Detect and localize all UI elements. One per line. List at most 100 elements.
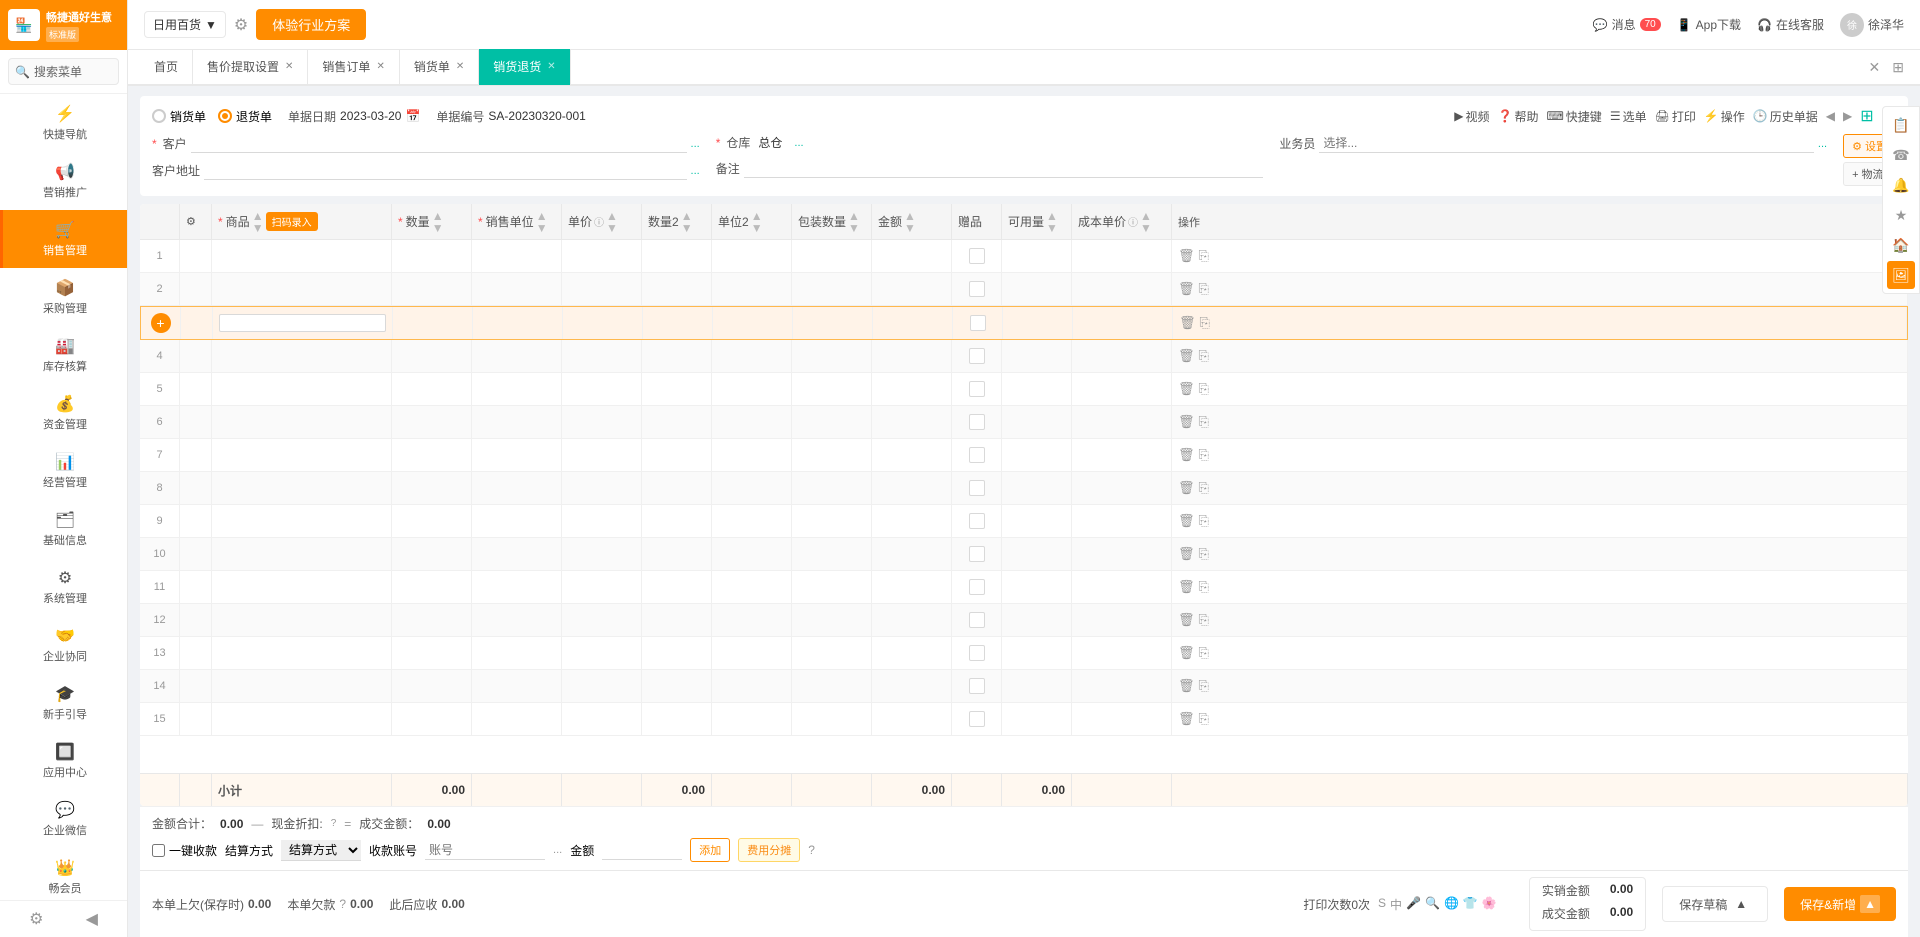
amount-sort[interactable]: ▲▼ [904,210,916,234]
product-input-active[interactable] [219,314,386,332]
qty2-sort[interactable]: ▲▼ [681,210,693,234]
td-amount[interactable] [872,240,952,272]
tab-sales-order[interactable]: 销售订单 ✕ [308,49,399,85]
sidebar-item-shortcuts[interactable]: ⚡ 快捷导航 [0,94,127,152]
add-btn[interactable]: 添加 [690,838,730,862]
account-input[interactable] [425,841,545,860]
action-help[interactable]: ❓ 帮助 [1498,108,1539,125]
settings-footer-icon[interactable]: ⚙ [29,909,43,929]
tab-grid-btn[interactable]: ⊞ [1888,57,1908,78]
pack-sort[interactable]: ▲▼ [848,210,860,234]
copy-row-btn[interactable]: ⎘ [1199,381,1209,397]
remark-input[interactable] [744,159,1264,178]
td-product[interactable] [212,240,392,272]
copy-row-btn[interactable]: ⎘ [1199,579,1209,595]
sidebar-item-system[interactable]: ⚙ 系统管理 [0,558,127,616]
td-gift[interactable] [952,240,1002,272]
sidebar-item-purchase[interactable]: 📦 采购管理 [0,268,127,326]
action-operate[interactable]: ⚡ 操作 [1704,108,1745,125]
nav-prev-icon[interactable]: ◀ [1826,109,1835,123]
tab-close-all-btn[interactable]: ✕ [1865,57,1885,78]
delete-row-btn[interactable]: 🗑 [1178,248,1195,264]
address-input[interactable] [204,161,687,180]
sidebar-item-wechat[interactable]: 💬 企业微信 [0,790,127,848]
category-select[interactable]: 日用百货 ▼ [144,11,226,38]
th-settings[interactable]: ⚙ [180,204,212,239]
sidebar-item-finance[interactable]: 💰 资金管理 [0,384,127,442]
delete-row-btn[interactable]: 🗑 [1178,711,1195,727]
online-service-item[interactable]: 🎧 在线客服 [1757,16,1824,33]
account-link[interactable]: ... [553,844,562,856]
copy-row-btn[interactable]: ⎘ [1199,248,1209,264]
cost-sort[interactable]: ▲▼ [1140,210,1152,234]
search-button[interactable]: 🔍 搜索菜单 [8,58,119,85]
td-qty2[interactable] [642,240,712,272]
sidebar-item-operations[interactable]: 📊 经营管理 [0,442,127,500]
delete-row-btn[interactable]: 🗑 [1179,315,1196,331]
avail-sort[interactable]: ▲▼ [1046,210,1058,234]
action-print[interactable]: 🖨 打印 [1655,108,1696,125]
amount-input[interactable] [602,841,682,860]
app-download-item[interactable]: 📱 App下载 [1677,16,1741,33]
tab-price-extract[interactable]: 售价提取设置 ✕ [193,49,308,85]
sidebar-item-inventory[interactable]: 🏭 库存核算 [0,326,127,384]
delete-row-btn[interactable]: 🗑 [1178,612,1195,628]
table-view-icon[interactable]: ⊞ [1860,106,1873,126]
td-unit2[interactable] [712,240,792,272]
sidebar-item-basic[interactable]: 🗂 基础信息 [0,500,127,558]
sidebar-item-member[interactable]: 👑 畅会员 [0,848,127,900]
delete-row-btn[interactable]: 🗑 [1178,480,1195,496]
td-qty[interactable] [392,240,472,272]
one-click-payment-check[interactable]: 一键收款 [152,842,217,859]
calendar-icon[interactable]: 📅 [405,109,420,123]
action-shortcut[interactable]: ⌨ 快捷键 [1546,108,1601,125]
sidebar-item-apps[interactable]: 🔲 应用中心 [0,732,127,790]
right-panel-btn-1[interactable]: 📋 [1887,111,1915,139]
copy-row-btn[interactable]: ⎘ [1199,447,1209,463]
action-history[interactable]: 🕒 历史单据 [1753,108,1818,125]
unit-sort[interactable]: ▲▼ [536,210,548,234]
right-panel-btn-3[interactable]: 🔔 [1887,171,1915,199]
copy-row-btn[interactable]: ⎘ [1199,281,1209,297]
right-panel-btn-4[interactable]: ★ [1887,201,1915,229]
collapse-icon[interactable]: ◀ [86,909,98,929]
add-row-btn[interactable]: + [151,313,171,333]
tab-sales-order-close[interactable]: ✕ [376,49,384,85]
td-avail[interactable] [1002,240,1072,272]
address-link[interactable]: ... [691,165,700,177]
customer-input[interactable] [191,134,687,153]
tab-sales-bill-close[interactable]: ✕ [456,49,464,85]
td-price[interactable] [562,240,642,272]
scan-btn[interactable]: 扫码录入 [266,212,318,231]
delete-row-btn[interactable]: 🗑 [1178,678,1195,694]
delete-row-btn[interactable]: 🗑 [1178,645,1195,661]
sidebar-item-sales[interactable]: 🛒 销售管理 [0,210,127,268]
salesperson-link[interactable]: ... [1818,138,1827,150]
trial-btn[interactable]: 体验行业方案 [256,9,366,40]
warehouse-link[interactable]: ... [794,137,803,149]
td-cost[interactable] [1072,240,1172,272]
user-item[interactable]: 徐 徐泽华 [1840,13,1904,37]
salesperson-input[interactable] [1319,134,1814,153]
td-pack[interactable] [792,240,872,272]
copy-row-btn[interactable]: ⎘ [1199,612,1209,628]
save-draft-btn[interactable]: 保存草稿 ▲ [1662,886,1768,922]
one-click-checkbox[interactable] [152,844,165,857]
copy-row-btn[interactable]: ⎘ [1200,315,1210,331]
copy-row-btn[interactable]: ⎘ [1199,348,1209,364]
price-sort[interactable]: ▲▼ [606,210,618,234]
copy-row-btn[interactable]: ⎘ [1199,480,1209,496]
copy-row-btn[interactable]: ⎘ [1199,414,1209,430]
delete-row-btn[interactable]: 🗑 [1178,348,1195,364]
customer-link[interactable]: ... [691,138,700,150]
unit2-sort[interactable]: ▲▼ [751,210,763,234]
save-new-btn[interactable]: 保存&新增 ▲ [1784,887,1896,921]
sidebar-item-enterprise[interactable]: 🤝 企业协同 [0,616,127,674]
radio-sale-bill[interactable]: 销货单 [152,108,206,125]
radio-return-bill[interactable]: 退货单 [218,108,272,125]
sidebar-item-marketing[interactable]: 📢 营销推广 [0,152,127,210]
nav-next-icon[interactable]: ▶ [1843,109,1852,123]
product-sort[interactable]: ▲▼ [252,210,264,234]
right-panel-btn-2[interactable]: ☎ [1887,141,1915,169]
action-select[interactable]: ☰ 选单 [1610,108,1647,125]
